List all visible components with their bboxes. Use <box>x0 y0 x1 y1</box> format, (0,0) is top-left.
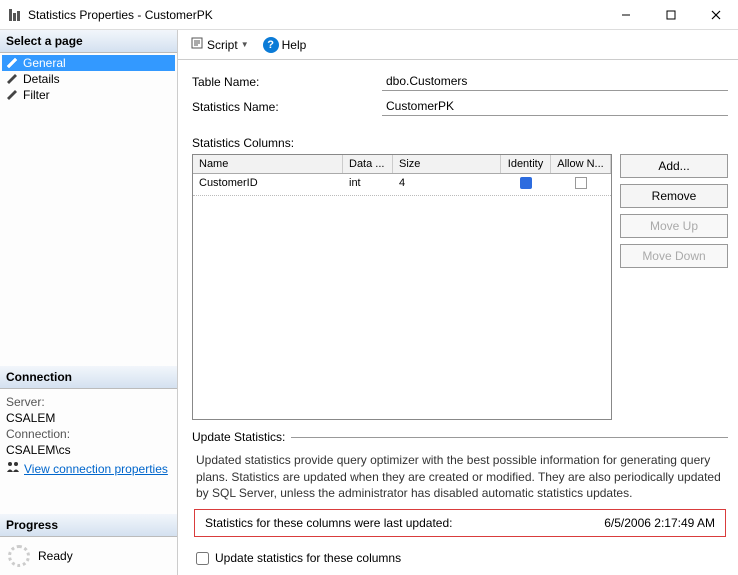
connection-label: Connection: <box>6 427 171 441</box>
checkbox-unchecked-icon <box>575 177 587 189</box>
select-page-header: Select a page <box>0 30 177 53</box>
nav-item-general[interactable]: General <box>2 55 175 71</box>
move-up-button[interactable]: Move Up <box>620 214 728 238</box>
close-button[interactable] <box>693 0 738 29</box>
toolbar: Script ▼ ? Help <box>178 30 738 60</box>
script-icon <box>190 36 204 53</box>
cell-allow <box>551 174 611 195</box>
stats-columns-label: Statistics Columns: <box>192 136 728 150</box>
update-stats-checkbox[interactable] <box>196 552 209 565</box>
last-updated-value: 6/5/2006 2:17:49 AM <box>604 516 715 530</box>
cell-size: 4 <box>393 174 501 195</box>
update-stats-checkbox-label: Update statistics for these columns <box>215 551 401 565</box>
wrench-icon <box>5 56 19 70</box>
help-label: Help <box>282 38 307 52</box>
stats-name-input[interactable] <box>382 97 728 116</box>
minimize-button[interactable] <box>603 0 648 29</box>
cell-data: int <box>343 174 393 195</box>
grid-header: Name Data ... Size Identity Allow N... <box>193 155 611 174</box>
wrench-icon <box>5 88 19 102</box>
col-header-data: Data ... <box>343 155 393 173</box>
left-panel: Select a page General Details Filter Con… <box>0 30 178 575</box>
title-bar: Statistics Properties - CustomerPK <box>0 0 738 30</box>
progress-header: Progress <box>0 514 177 537</box>
table-row[interactable]: CustomerID int 4 <box>193 174 611 196</box>
chevron-down-icon: ▼ <box>241 40 249 49</box>
server-value: CSALEM <box>6 411 171 425</box>
checkbox-checked-icon <box>520 177 532 189</box>
people-icon <box>6 461 20 476</box>
nav-item-details[interactable]: Details <box>2 71 175 87</box>
window-title: Statistics Properties - CustomerPK <box>28 8 603 22</box>
stats-name-label: Statistics Name: <box>192 100 382 114</box>
update-stats-label: Update Statistics: <box>192 430 285 444</box>
table-name-label: Table Name: <box>192 75 382 89</box>
right-panel: Script ▼ ? Help Table Name: Statistics N… <box>178 30 738 575</box>
last-updated-label: Statistics for these columns were last u… <box>205 516 452 530</box>
nav-label: Details <box>23 72 60 86</box>
add-button[interactable]: Add... <box>620 154 728 178</box>
update-stats-description: Updated statistics provide query optimiz… <box>196 452 724 501</box>
table-name-input[interactable] <box>382 72 728 91</box>
col-header-identity: Identity <box>501 155 551 173</box>
nav-label: General <box>23 56 66 70</box>
last-updated-box: Statistics for these columns were last u… <box>194 509 726 537</box>
col-header-size: Size <box>393 155 501 173</box>
cell-name: CustomerID <box>193 174 343 195</box>
connection-value: CSALEM\cs <box>6 443 171 457</box>
move-down-button[interactable]: Move Down <box>620 244 728 268</box>
wrench-icon <box>5 72 19 86</box>
progress-spinner-icon <box>8 545 30 567</box>
col-header-allow: Allow N... <box>551 155 611 173</box>
help-button[interactable]: ? Help <box>259 35 311 55</box>
app-icon <box>6 7 22 23</box>
script-label: Script <box>207 38 238 52</box>
help-icon: ? <box>263 37 279 53</box>
col-header-name: Name <box>193 155 343 173</box>
view-connection-properties-link[interactable]: View connection properties <box>24 462 168 476</box>
connection-header: Connection <box>0 366 177 389</box>
cell-identity <box>501 174 551 195</box>
server-label: Server: <box>6 395 171 409</box>
nav-label: Filter <box>23 88 50 102</box>
script-button[interactable]: Script ▼ <box>186 34 253 55</box>
nav-item-filter[interactable]: Filter <box>2 87 175 103</box>
maximize-button[interactable] <box>648 0 693 29</box>
stats-columns-grid[interactable]: Name Data ... Size Identity Allow N... C… <box>192 154 612 420</box>
progress-status: Ready <box>38 549 73 563</box>
remove-button[interactable]: Remove <box>620 184 728 208</box>
divider <box>291 437 728 438</box>
